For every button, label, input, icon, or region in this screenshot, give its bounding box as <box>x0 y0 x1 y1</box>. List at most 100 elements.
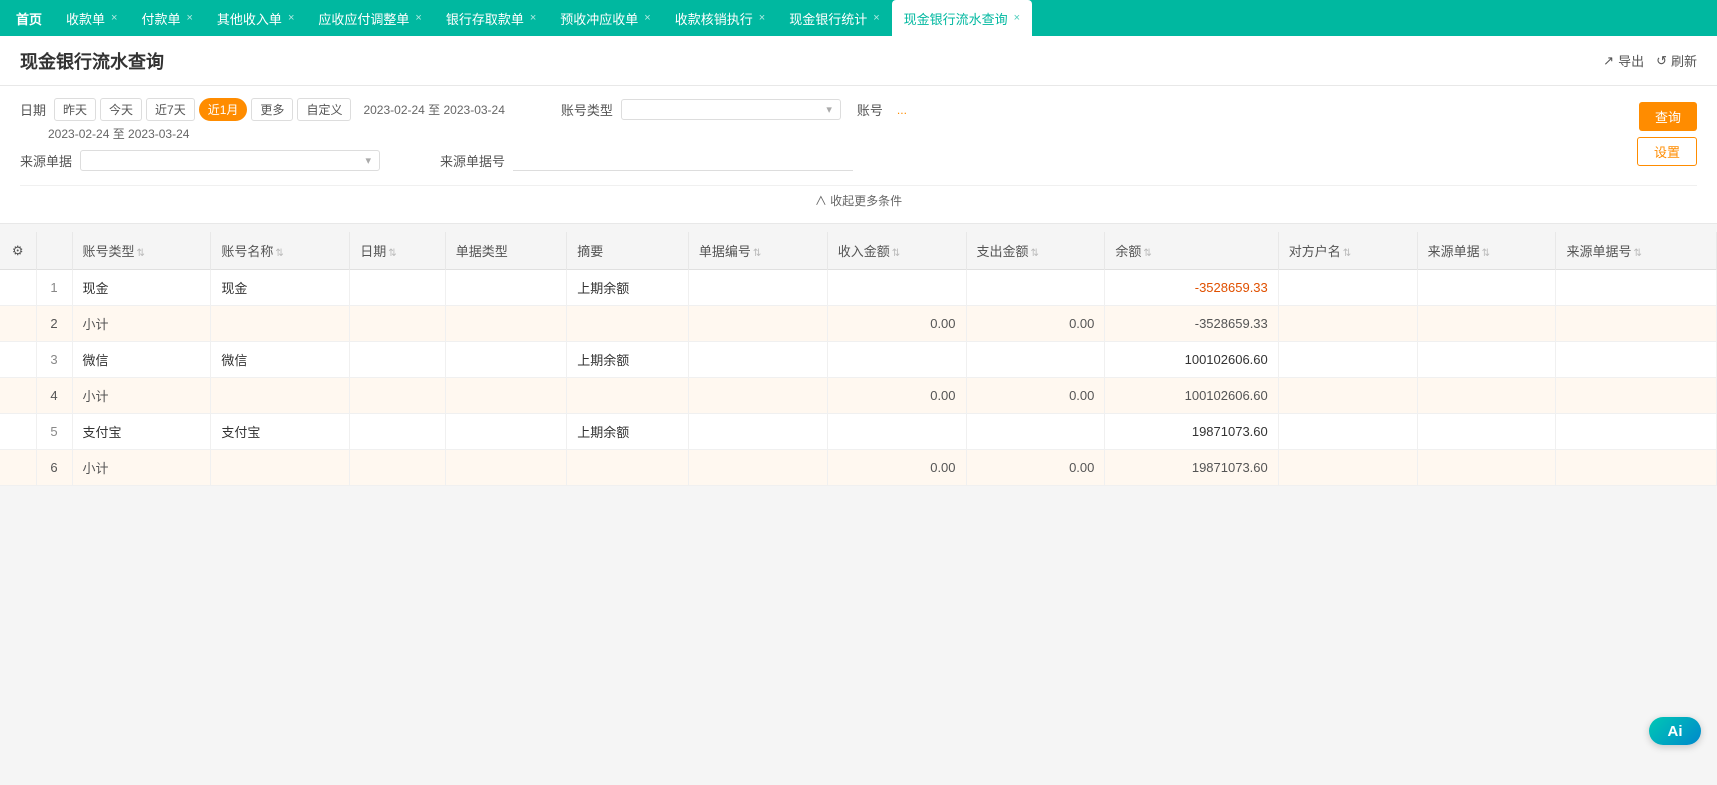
table-row: 3 微信 微信 上期余额 100102606.60 <box>0 342 1717 378</box>
row-date <box>350 270 446 306</box>
column-account-name[interactable]: 账号名称⇅ <box>211 232 350 270</box>
nav-tab-prepay[interactable]: 预收冲应收单 × <box>548 0 662 36</box>
date-range-sub: 2023-02-24 至 2023-03-24 <box>48 127 189 141</box>
row-gear-cell <box>0 306 36 342</box>
nav-tab-bank-deposit[interactable]: 银行存取款单 × <box>434 0 548 36</box>
date-btn-7days[interactable]: 近7天 <box>146 98 195 121</box>
source-doc-no-label: 来源单据号 <box>440 151 505 170</box>
row-doc-no <box>688 450 827 486</box>
row-account-type: 现金 <box>72 270 211 306</box>
export-button[interactable]: ↗ 导出 <box>1603 51 1644 70</box>
table-row: 1 现金 现金 上期余额 -3528659.33 <box>0 270 1717 306</box>
column-gear[interactable]: ⚙ <box>0 232 36 270</box>
query-button[interactable]: 查询 <box>1639 102 1697 131</box>
page-header: 现金银行流水查询 ↗ 导出 ↺ 刷新 <box>0 36 1717 86</box>
nav-tab-shoukuan[interactable]: 收款单 × <box>54 0 129 36</box>
source-doc-select[interactable]: ▾ <box>80 150 380 171</box>
row-doc-no <box>688 378 827 414</box>
column-doc-type: 单据类型 <box>445 232 567 270</box>
source-doc-filter-group: 来源单据 ▾ <box>20 150 380 171</box>
row-counterpart <box>1278 414 1417 450</box>
close-icon[interactable]: × <box>1014 12 1020 24</box>
column-row-num <box>36 232 72 270</box>
date-btn-yesterday[interactable]: 昨天 <box>54 98 96 121</box>
column-income[interactable]: 收入金额⇅ <box>827 232 966 270</box>
row-summary: 上期余额 <box>567 270 689 306</box>
account-filter-group: 账号 ... <box>857 100 913 119</box>
row-account-name <box>211 306 350 342</box>
row-source-doc-no <box>1556 306 1717 342</box>
chevron-down-icon: ▾ <box>826 103 832 116</box>
close-icon[interactable]: × <box>186 12 192 24</box>
row-doc-type <box>445 270 567 306</box>
nav-home[interactable]: 首页 <box>4 0 54 36</box>
row-account-type: 小计 <box>72 450 211 486</box>
row-expense <box>966 414 1105 450</box>
date-btn-today[interactable]: 今天 <box>100 98 142 121</box>
settings-button[interactable]: 设置 <box>1637 137 1697 166</box>
row-gear-cell <box>0 378 36 414</box>
row-gear-cell <box>0 414 36 450</box>
account-type-select[interactable]: ▾ <box>621 99 841 120</box>
column-balance[interactable]: 余额⇅ <box>1105 232 1278 270</box>
close-icon[interactable]: × <box>415 12 421 24</box>
row-date <box>350 342 446 378</box>
refresh-button[interactable]: ↺ 刷新 <box>1656 51 1697 70</box>
account-type-filter-group: 账号类型 ▾ <box>561 99 841 120</box>
account-type-label: 账号类型 <box>561 100 613 119</box>
close-icon[interactable]: × <box>759 12 765 24</box>
nav-tab-cash-stats[interactable]: 现金银行统计 × <box>777 0 891 36</box>
table-row: 5 支付宝 支付宝 上期余额 19871073.60 <box>0 414 1717 450</box>
row-income: 0.00 <box>827 378 966 414</box>
row-account-name <box>211 450 350 486</box>
row-balance: -3528659.33 <box>1105 270 1278 306</box>
row-counterpart <box>1278 270 1417 306</box>
column-account-type[interactable]: 账号类型⇅ <box>72 232 211 270</box>
date-label: 日期 <box>20 100 46 119</box>
column-source-doc-no[interactable]: 来源单据号⇅ <box>1556 232 1717 270</box>
close-icon[interactable]: × <box>111 12 117 24</box>
row-account-type: 小计 <box>72 378 211 414</box>
column-doc-no[interactable]: 单据编号⇅ <box>688 232 827 270</box>
row-doc-no <box>688 306 827 342</box>
row-balance: 19871073.60 <box>1105 414 1278 450</box>
close-icon[interactable]: × <box>530 12 536 24</box>
column-date[interactable]: 日期⇅ <box>350 232 446 270</box>
column-counterpart[interactable]: 对方户名⇅ <box>1278 232 1417 270</box>
row-number: 5 <box>36 414 72 450</box>
column-expense[interactable]: 支出金额⇅ <box>966 232 1105 270</box>
close-icon[interactable]: × <box>288 12 294 24</box>
close-icon[interactable]: × <box>873 12 879 24</box>
nav-tab-verify[interactable]: 收款核销执行 × <box>663 0 777 36</box>
date-btn-custom[interactable]: 自定义 <box>297 98 351 121</box>
row-counterpart <box>1278 342 1417 378</box>
date-btn-1month[interactable]: 近1月 <box>199 98 248 121</box>
date-filter-group: 日期 昨天 今天 近7天 近1月 更多 自定义 2023-02-24 至 202… <box>20 98 505 121</box>
row-income: 0.00 <box>827 450 966 486</box>
row-balance: 19871073.60 <box>1105 450 1278 486</box>
row-balance: 100102606.60 <box>1105 342 1278 378</box>
page-title: 现金银行流水查询 <box>20 48 164 74</box>
row-doc-type <box>445 342 567 378</box>
column-source-doc[interactable]: 来源单据⇅ <box>1417 232 1556 270</box>
row-doc-type <box>445 378 567 414</box>
account-more-button[interactable]: ... <box>891 101 913 119</box>
row-source-doc <box>1417 270 1556 306</box>
row-expense: 0.00 <box>966 306 1105 342</box>
table-row: 6 小计 0.00 0.00 19871073.60 <box>0 450 1717 486</box>
nav-tab-adjustment[interactable]: 应收应付调整单 × <box>306 0 433 36</box>
close-icon[interactable]: × <box>644 12 650 24</box>
table-row: 2 小计 0.00 0.00 -3528659.33 <box>0 306 1717 342</box>
row-doc-no <box>688 270 827 306</box>
source-doc-filter-row: 来源单据 ▾ 来源单据号 <box>20 150 1621 171</box>
account-label: 账号 <box>857 100 883 119</box>
nav-tab-cash-flow[interactable]: 现金银行流水查询 × <box>892 0 1032 36</box>
column-summary: 摘要 <box>567 232 689 270</box>
ai-assistant-button[interactable]: Ai <box>1649 717 1701 745</box>
row-date <box>350 306 446 342</box>
collapse-conditions-bar[interactable]: ∧ 收起更多条件 <box>20 185 1697 211</box>
nav-tab-other-income[interactable]: 其他收入单 × <box>205 0 306 36</box>
nav-tab-fukuan[interactable]: 付款单 × <box>129 0 204 36</box>
date-btn-more[interactable]: 更多 <box>251 98 293 121</box>
source-doc-no-input[interactable] <box>513 151 853 171</box>
